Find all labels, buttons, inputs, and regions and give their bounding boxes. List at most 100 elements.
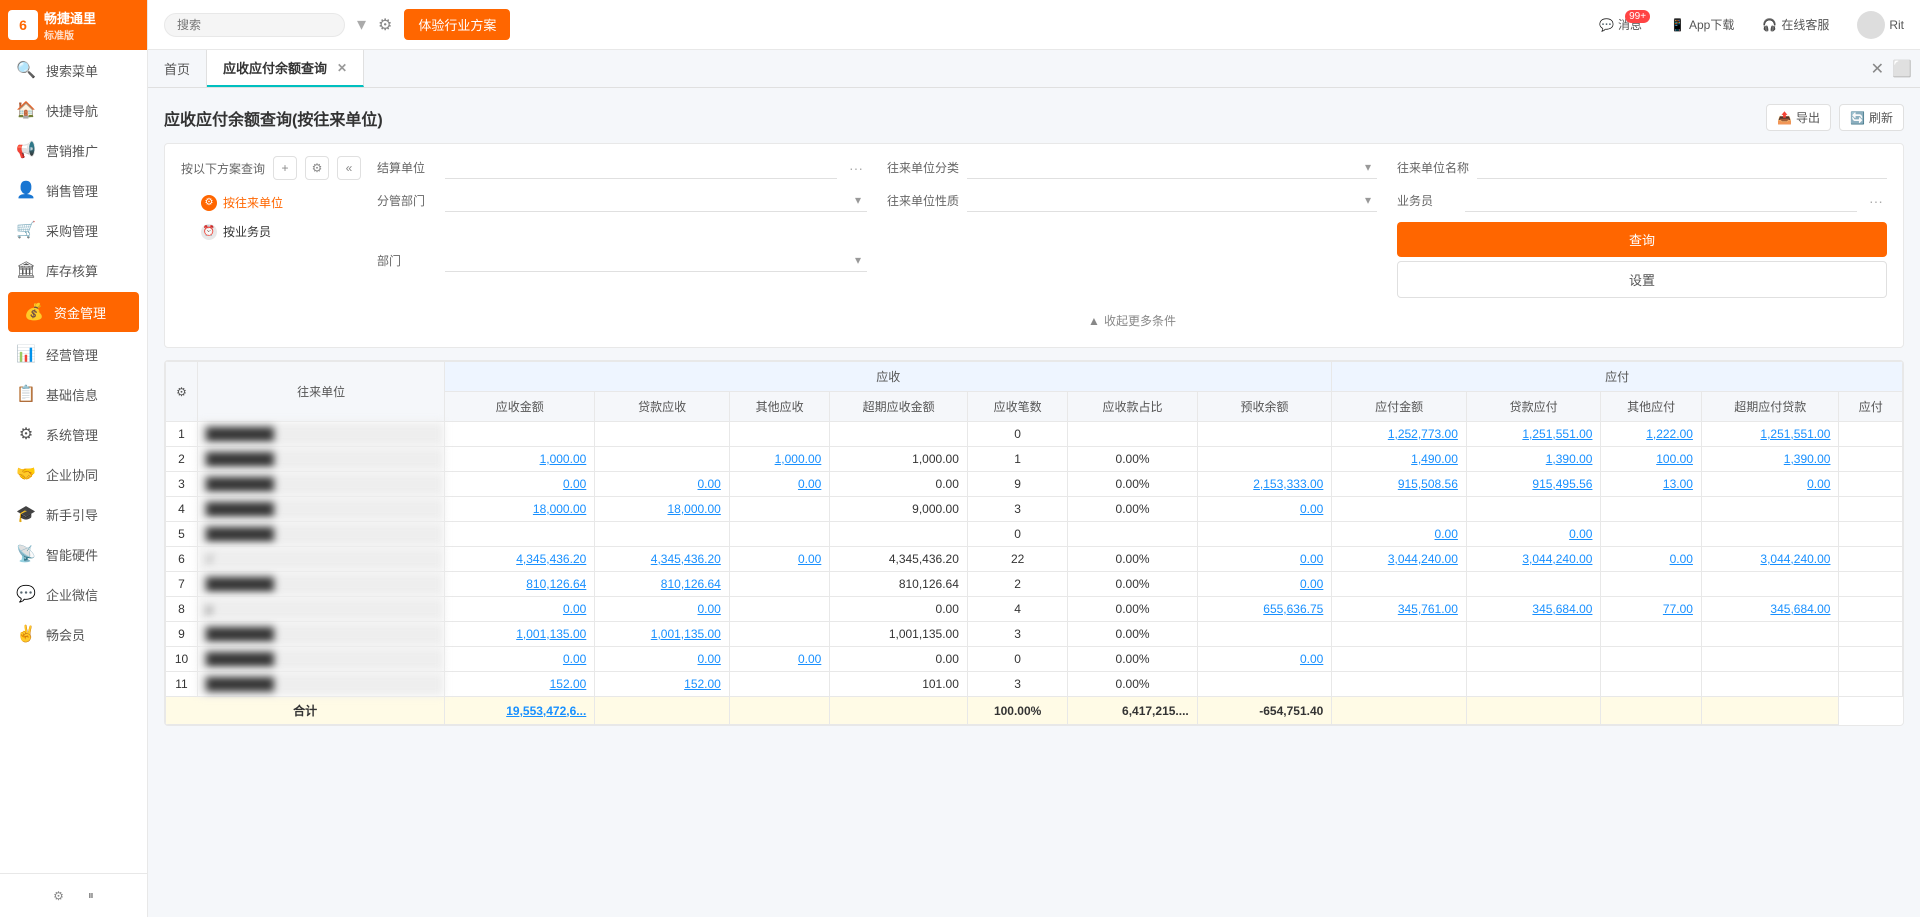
table-cell[interactable]: 915,508.56 <box>1332 472 1467 497</box>
table-cell[interactable]: 1,390.00 <box>1701 447 1839 472</box>
table-cell[interactable] <box>1601 672 1701 697</box>
tab-expand-btn[interactable]: ⬜ <box>1892 59 1912 79</box>
table-cell[interactable]: 0.00 <box>1332 522 1467 547</box>
table-cell[interactable]: 0.00 <box>595 597 730 622</box>
table-cell[interactable] <box>729 572 829 597</box>
export-button[interactable]: 📤 导出 <box>1766 104 1831 131</box>
filter-jsdw-input[interactable] <box>445 156 837 179</box>
sidebar-item-sales[interactable]: 👤 销售管理 <box>0 170 147 210</box>
table-cell[interactable] <box>1197 422 1332 447</box>
table-cell[interactable]: 1,251,551.00 <box>1701 422 1839 447</box>
collapse-more-btn[interactable]: ▲ 收起更多条件 <box>377 306 1887 335</box>
table-cell[interactable] <box>595 447 730 472</box>
table-cell[interactable]: 77.00 <box>1601 597 1701 622</box>
table-cell[interactable]: 2,153,333.00 <box>1197 472 1332 497</box>
table-cell[interactable] <box>1701 497 1839 522</box>
tab-close-icon[interactable]: ✕ <box>337 61 347 75</box>
filter-lwdwxz-select[interactable]: ▾ <box>967 189 1377 212</box>
table-cell[interactable] <box>595 422 730 447</box>
topbar-gear-icon[interactable]: ⚙ <box>378 15 392 35</box>
table-cell[interactable]: 0.00 <box>729 647 829 672</box>
table-cell[interactable]: 0.00 <box>445 597 595 622</box>
table-cell[interactable] <box>1601 522 1701 547</box>
table-cell[interactable]: 345,684.00 <box>1701 597 1839 622</box>
setting-button[interactable]: 设置 <box>1397 261 1887 298</box>
table-cell[interactable]: 0.00 <box>1701 472 1839 497</box>
table-cell[interactable]: 1,490.00 <box>1332 447 1467 472</box>
table-cell[interactable]: 1,222.00 <box>1601 422 1701 447</box>
table-cell[interactable]: 3,044,240.00 <box>1332 547 1467 572</box>
table-cell[interactable]: 1,000.00 <box>729 447 829 472</box>
table-cell[interactable]: 1,001,135.00 <box>595 622 730 647</box>
filter-lwdwmc-input[interactable] <box>1477 156 1887 179</box>
table-cell[interactable] <box>1601 647 1701 672</box>
filter-ywy-dots[interactable]: ··· <box>1865 193 1887 209</box>
table-cell[interactable] <box>595 522 730 547</box>
table-cell[interactable] <box>1332 622 1467 647</box>
table-cell[interactable]: 0.00 <box>1466 522 1601 547</box>
table-cell[interactable]: 0.00 <box>1601 547 1701 572</box>
table-cell[interactable]: 0.00 <box>729 547 829 572</box>
table-cell[interactable]: 0.00 <box>595 472 730 497</box>
table-cell[interactable]: 345,761.00 <box>1332 597 1467 622</box>
filter-lwdwfl-select[interactable]: ▾ <box>967 156 1377 179</box>
table-cell[interactable] <box>1701 647 1839 672</box>
table-cell[interactable] <box>1466 647 1601 672</box>
table-cell[interactable]: 1,251,551.00 <box>1466 422 1601 447</box>
message-btn[interactable]: 💬 消息 99+ <box>1599 16 1642 33</box>
table-cell[interactable] <box>1601 497 1701 522</box>
tab-home[interactable]: 首页 <box>148 50 207 87</box>
table-cell[interactable]: 4,345,436.20 <box>595 547 730 572</box>
total-ar[interactable]: 19,553,472,6... <box>445 697 595 725</box>
sidebar-item-operation[interactable]: 📊 经营管理 <box>0 334 147 374</box>
tab-ar-ap[interactable]: 应收应付余额查询 ✕ <box>207 50 364 87</box>
table-cell[interactable]: 0.00 <box>1197 572 1332 597</box>
table-cell[interactable]: 810,126.64 <box>445 572 595 597</box>
table-cell[interactable] <box>729 597 829 622</box>
table-cell[interactable]: 3,044,240.00 <box>1701 547 1839 572</box>
table-cell[interactable] <box>1197 622 1332 647</box>
table-cell[interactable]: 4,345,436.20 <box>445 547 595 572</box>
table-cell[interactable] <box>1197 672 1332 697</box>
table-cell[interactable] <box>729 497 829 522</box>
table-cell[interactable]: 1,252,773.00 <box>1332 422 1467 447</box>
table-cell[interactable] <box>1197 447 1332 472</box>
solution-button[interactable]: 体验行业方案 <box>404 9 510 40</box>
table-cell[interactable] <box>729 422 829 447</box>
table-cell[interactable] <box>729 622 829 647</box>
table-cell[interactable]: 655,636.75 <box>1197 597 1332 622</box>
topbar-search-input[interactable] <box>164 13 345 37</box>
filter-fgbm-select[interactable]: ▾ <box>445 189 867 212</box>
table-cell[interactable]: 18,000.00 <box>595 497 730 522</box>
scheme-item-0[interactable]: ⚙ 按往来单位 <box>193 190 361 215</box>
settings-scheme-btn[interactable]: ⚙ <box>305 156 329 180</box>
table-cell[interactable] <box>1701 522 1839 547</box>
table-cell[interactable] <box>1701 572 1839 597</box>
query-button[interactable]: 查询 <box>1397 222 1887 257</box>
table-cell[interactable]: 0.00 <box>1197 647 1332 672</box>
table-cell[interactable]: 0.00 <box>729 472 829 497</box>
table-cell[interactable] <box>1701 672 1839 697</box>
sidebar-item-member[interactable]: ✌ 畅会员 <box>0 614 147 654</box>
sidebar-item-finance[interactable]: 💰 资金管理 <box>8 292 139 332</box>
table-cell[interactable]: 1,390.00 <box>1466 447 1601 472</box>
table-cell[interactable]: 3,044,240.00 <box>1466 547 1601 572</box>
topbar-chevron-icon[interactable]: ▾ <box>357 14 366 35</box>
sidebar-item-hardware[interactable]: 📡 智能硬件 <box>0 534 147 574</box>
table-cell[interactable]: 345,684.00 <box>1466 597 1601 622</box>
filter-ywy-input[interactable] <box>1465 189 1857 212</box>
filter-jsdw-dots[interactable]: ··· <box>845 160 867 176</box>
sidebar-item-inventory[interactable]: 🏛 库存核算 <box>0 250 147 290</box>
sidebar-item-quick-nav[interactable]: 🏠 快捷导航 <box>0 90 147 130</box>
online-service-btn[interactable]: 🎧 在线客服 <box>1762 16 1829 33</box>
table-cell[interactable] <box>1332 497 1467 522</box>
table-cell[interactable]: 100.00 <box>1601 447 1701 472</box>
collapse-scheme-btn[interactable]: « <box>337 156 361 180</box>
sidebar-item-wechat[interactable]: 💬 企业微信 <box>0 574 147 614</box>
table-cell[interactable] <box>1601 572 1701 597</box>
table-cell[interactable]: 18,000.00 <box>445 497 595 522</box>
app-download-btn[interactable]: 📱 App下载 <box>1670 16 1734 33</box>
sidebar-item-marketing[interactable]: 📢 营销推广 <box>0 130 147 170</box>
table-cell[interactable]: 152.00 <box>595 672 730 697</box>
sidebar-item-base-info[interactable]: 📋 基础信息 <box>0 374 147 414</box>
